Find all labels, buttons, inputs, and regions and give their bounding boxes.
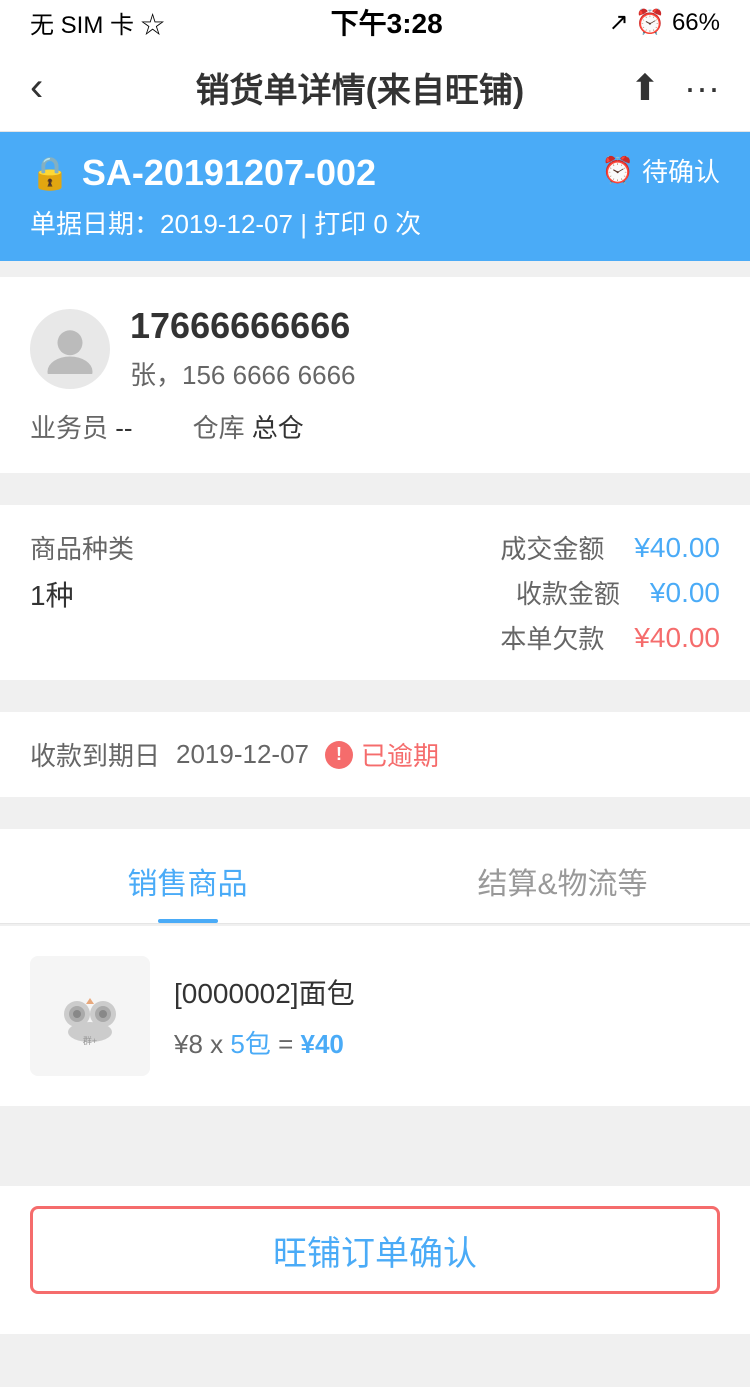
divider-3: [0, 797, 750, 813]
nav-bar: ‹ 销货单详情(来自旺铺) ⬆︎ ···: [0, 44, 750, 132]
order-id: SA-20191207-002: [82, 152, 376, 194]
order-icon: 🔒: [30, 154, 70, 192]
amount-row-2: 本单欠款 ¥40.00: [500, 619, 720, 656]
category-label: 商品种类: [30, 529, 134, 566]
customer-details: 17666666666 张，156 6666 6666: [130, 305, 356, 392]
overdue-text: 已逾期: [361, 736, 439, 773]
clock-icon: ⏰: [602, 155, 634, 186]
product-name: [0000002]面包: [174, 972, 720, 1012]
signal-icons: ↗ ⏰ 66%: [609, 8, 720, 37]
summary-right: 成交金额 ¥40.00 收款金额 ¥0.00 本单欠款 ¥40.00: [500, 529, 720, 656]
nav-actions: ⬆︎ ···: [630, 67, 720, 109]
confirm-button[interactable]: 旺铺订单确认: [30, 1206, 720, 1294]
svg-text:群+: 群+: [83, 1035, 97, 1046]
status-left: 无 SIM 卡 ☆: [30, 5, 165, 40]
salesperson-value: --: [115, 413, 132, 443]
tab-bar: 销售商品 结算&物流等: [0, 829, 750, 924]
overdue-icon: !: [325, 741, 353, 769]
divider-2: [0, 680, 750, 696]
order-status: ⏰ 待确认: [602, 152, 720, 189]
overdue-badge: ! 已逾期: [325, 736, 439, 773]
tab-sales-products[interactable]: 销售商品: [0, 829, 375, 923]
customer-card: 17666666666 张，156 6666 6666 业务员 -- 仓库 总仓: [0, 277, 750, 473]
amount-row-0: 成交金额 ¥40.00: [500, 529, 720, 566]
product-list: 群+ [0000002]面包 ¥8 x 5包 = ¥40: [0, 926, 750, 1107]
summary-left: 商品种类 1种: [30, 529, 134, 614]
product-price: ¥8 x 5包 = ¥40: [174, 1024, 720, 1061]
price-formula: ¥8 x: [174, 1029, 230, 1059]
warehouse-value: 总仓: [252, 413, 304, 443]
customer-avatar: [30, 309, 110, 389]
category-value: 1种: [30, 574, 134, 614]
customer-meta: 业务员 -- 仓库 总仓: [30, 408, 720, 445]
amount-label-1: 收款金额: [516, 574, 620, 611]
quantity: 5包: [230, 1029, 270, 1059]
status-time: 下午3:28: [331, 2, 443, 42]
due-date-section: 收款到期日 2019-12-07 ! 已逾期: [0, 712, 750, 797]
order-date: 单据日期：2019-12-07 | 打印 0 次: [30, 204, 421, 241]
status-text: 待确认: [642, 152, 720, 189]
order-banner: 🔒 SA-20191207-002 单据日期：2019-12-07 | 打印 0…: [0, 132, 750, 261]
page-title: 销货单详情(来自旺铺): [196, 63, 525, 112]
divider-1: [0, 473, 750, 489]
summary-section: 商品种类 1种 成交金额 ¥40.00 收款金额 ¥0.00 本单欠款 ¥40.…: [0, 505, 750, 680]
equals: =: [271, 1029, 301, 1059]
product-info: [0000002]面包 ¥8 x 5包 = ¥40: [174, 972, 720, 1061]
customer-name: 张，156 6666 6666: [130, 355, 356, 392]
tab-settlement[interactable]: 结算&物流等: [375, 829, 750, 923]
amount-label-0: 成交金额: [500, 529, 604, 566]
bottom-action-bar: 旺铺订单确认: [0, 1186, 750, 1334]
back-button[interactable]: ‹: [30, 65, 90, 110]
due-date-label: 收款到期日: [30, 736, 160, 773]
share-icon[interactable]: ⬆︎: [630, 67, 660, 109]
order-id-row: 🔒 SA-20191207-002: [30, 152, 421, 194]
warehouse-field: 仓库 总仓: [193, 408, 304, 445]
tab-label-1: 结算&物流等: [477, 868, 647, 901]
amount-value-1: ¥0.00: [650, 577, 720, 609]
status-bar: 无 SIM 卡 ☆ 下午3:28 ↗ ⏰ 66%: [0, 0, 750, 44]
sim-status: 无 SIM 卡 ☆: [30, 5, 165, 40]
amount-row-1: 收款金额 ¥0.00: [516, 574, 720, 611]
amount-value-2: ¥40.00: [634, 622, 720, 654]
tab-label-0: 销售商品: [128, 868, 248, 901]
more-icon[interactable]: ···: [684, 67, 720, 109]
due-date-value: 2019-12-07: [176, 739, 309, 770]
product-image: 群+: [30, 956, 150, 1076]
customer-row: 17666666666 张，156 6666 6666: [30, 305, 720, 392]
customer-phone: 17666666666: [130, 305, 356, 347]
status-right: ↗ ⏰ 66%: [609, 8, 720, 37]
amount-value-0: ¥40.00: [634, 532, 720, 564]
salesperson-field: 业务员 --: [30, 408, 133, 445]
product-item: 群+ [0000002]面包 ¥8 x 5包 = ¥40: [0, 926, 750, 1107]
amount-label-2: 本单欠款: [500, 619, 604, 656]
total-price: ¥40: [300, 1029, 343, 1059]
